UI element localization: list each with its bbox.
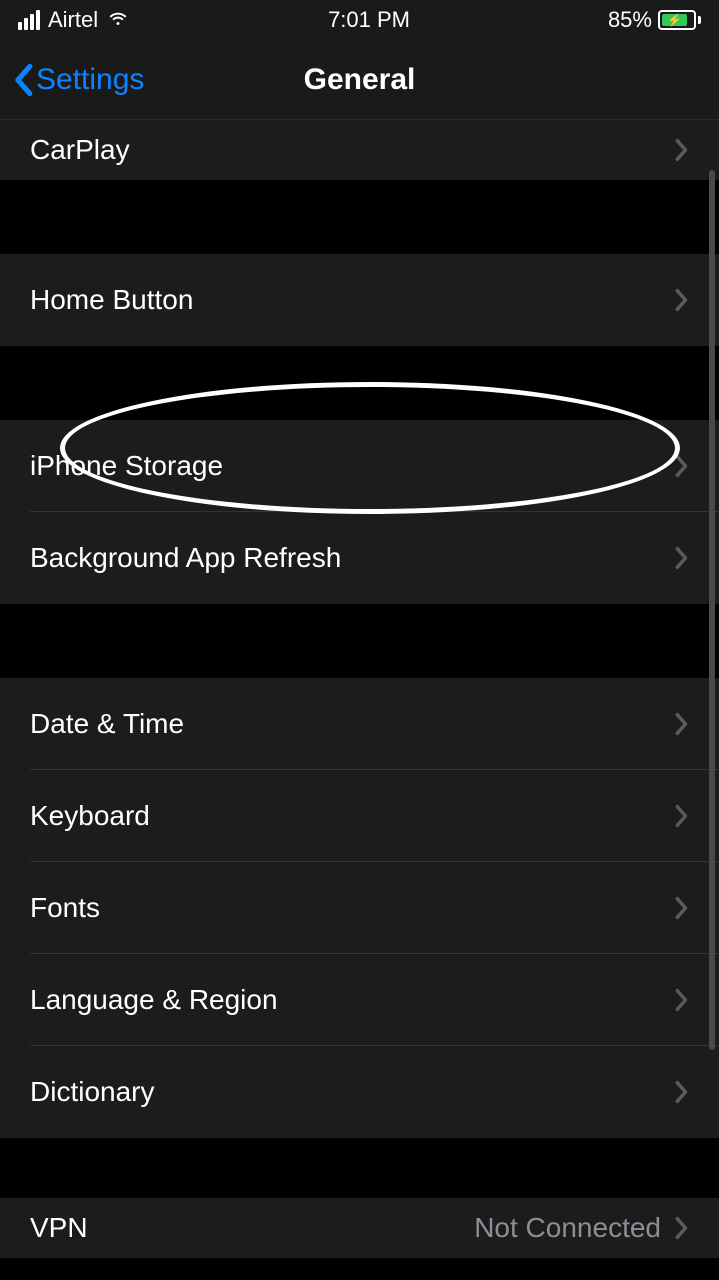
list-row-date-time[interactable]: Date & Time bbox=[0, 678, 719, 770]
list-label: iPhone Storage bbox=[30, 450, 223, 482]
cellular-signal-icon bbox=[18, 10, 40, 30]
status-time: 7:01 PM bbox=[328, 7, 410, 33]
list-label: Fonts bbox=[30, 892, 100, 924]
list-row-language-region[interactable]: Language & Region bbox=[0, 954, 719, 1046]
list-row-iphone-storage[interactable]: iPhone Storage bbox=[0, 420, 719, 512]
chevron-right-icon bbox=[675, 1216, 689, 1240]
chevron-left-icon bbox=[12, 63, 34, 97]
list-label: Keyboard bbox=[30, 800, 150, 832]
list-group: Home Button bbox=[0, 254, 719, 346]
list-label: Home Button bbox=[30, 284, 193, 316]
group-spacer bbox=[0, 180, 719, 254]
back-button[interactable]: Settings bbox=[12, 63, 144, 97]
list-label: VPN bbox=[30, 1212, 88, 1244]
list-row-fonts[interactable]: Fonts bbox=[0, 862, 719, 954]
chevron-right-icon bbox=[675, 138, 689, 162]
nav-title: General bbox=[304, 63, 416, 97]
group-spacer bbox=[0, 346, 719, 420]
chevron-right-icon bbox=[675, 546, 689, 570]
list-group: iPhone Storage Background App Refresh bbox=[0, 420, 719, 604]
chevron-right-icon bbox=[675, 712, 689, 736]
battery-percent: 85% bbox=[608, 7, 652, 33]
scroll-indicator[interactable] bbox=[709, 170, 715, 1050]
list-group: VPN Not Connected bbox=[0, 1198, 719, 1258]
chevron-right-icon bbox=[675, 804, 689, 828]
list-row-carplay[interactable]: CarPlay bbox=[0, 120, 719, 180]
list-label: Date & Time bbox=[30, 708, 184, 740]
list-row-vpn[interactable]: VPN Not Connected bbox=[0, 1198, 719, 1258]
list-detail: Not Connected bbox=[474, 1212, 661, 1244]
list-row-home-button[interactable]: Home Button bbox=[0, 254, 719, 346]
battery-icon: ⚡ bbox=[658, 10, 701, 30]
status-left: Airtel bbox=[18, 5, 130, 35]
chevron-right-icon bbox=[675, 896, 689, 920]
settings-list[interactable]: CarPlay Home Button iPhone Storage Backg… bbox=[0, 120, 719, 1258]
wifi-icon bbox=[106, 5, 130, 35]
list-label: Background App Refresh bbox=[30, 542, 341, 574]
chevron-right-icon bbox=[675, 988, 689, 1012]
chevron-right-icon bbox=[675, 454, 689, 478]
group-spacer bbox=[0, 604, 719, 678]
carrier-label: Airtel bbox=[48, 7, 98, 33]
list-label: Language & Region bbox=[30, 984, 278, 1016]
list-row-background-app-refresh[interactable]: Background App Refresh bbox=[0, 512, 719, 604]
group-spacer bbox=[0, 1138, 719, 1198]
nav-bar: Settings General bbox=[0, 40, 719, 120]
list-label: CarPlay bbox=[30, 134, 130, 166]
back-label: Settings bbox=[36, 63, 144, 97]
list-group: CarPlay bbox=[0, 120, 719, 180]
chevron-right-icon bbox=[675, 288, 689, 312]
status-bar: Airtel 7:01 PM 85% ⚡ bbox=[0, 0, 719, 40]
status-right: 85% ⚡ bbox=[608, 7, 701, 33]
list-row-keyboard[interactable]: Keyboard bbox=[0, 770, 719, 862]
list-label: Dictionary bbox=[30, 1076, 154, 1108]
chevron-right-icon bbox=[675, 1080, 689, 1104]
list-row-dictionary[interactable]: Dictionary bbox=[0, 1046, 719, 1138]
list-group: Date & Time Keyboard Fonts Language & Re… bbox=[0, 678, 719, 1138]
